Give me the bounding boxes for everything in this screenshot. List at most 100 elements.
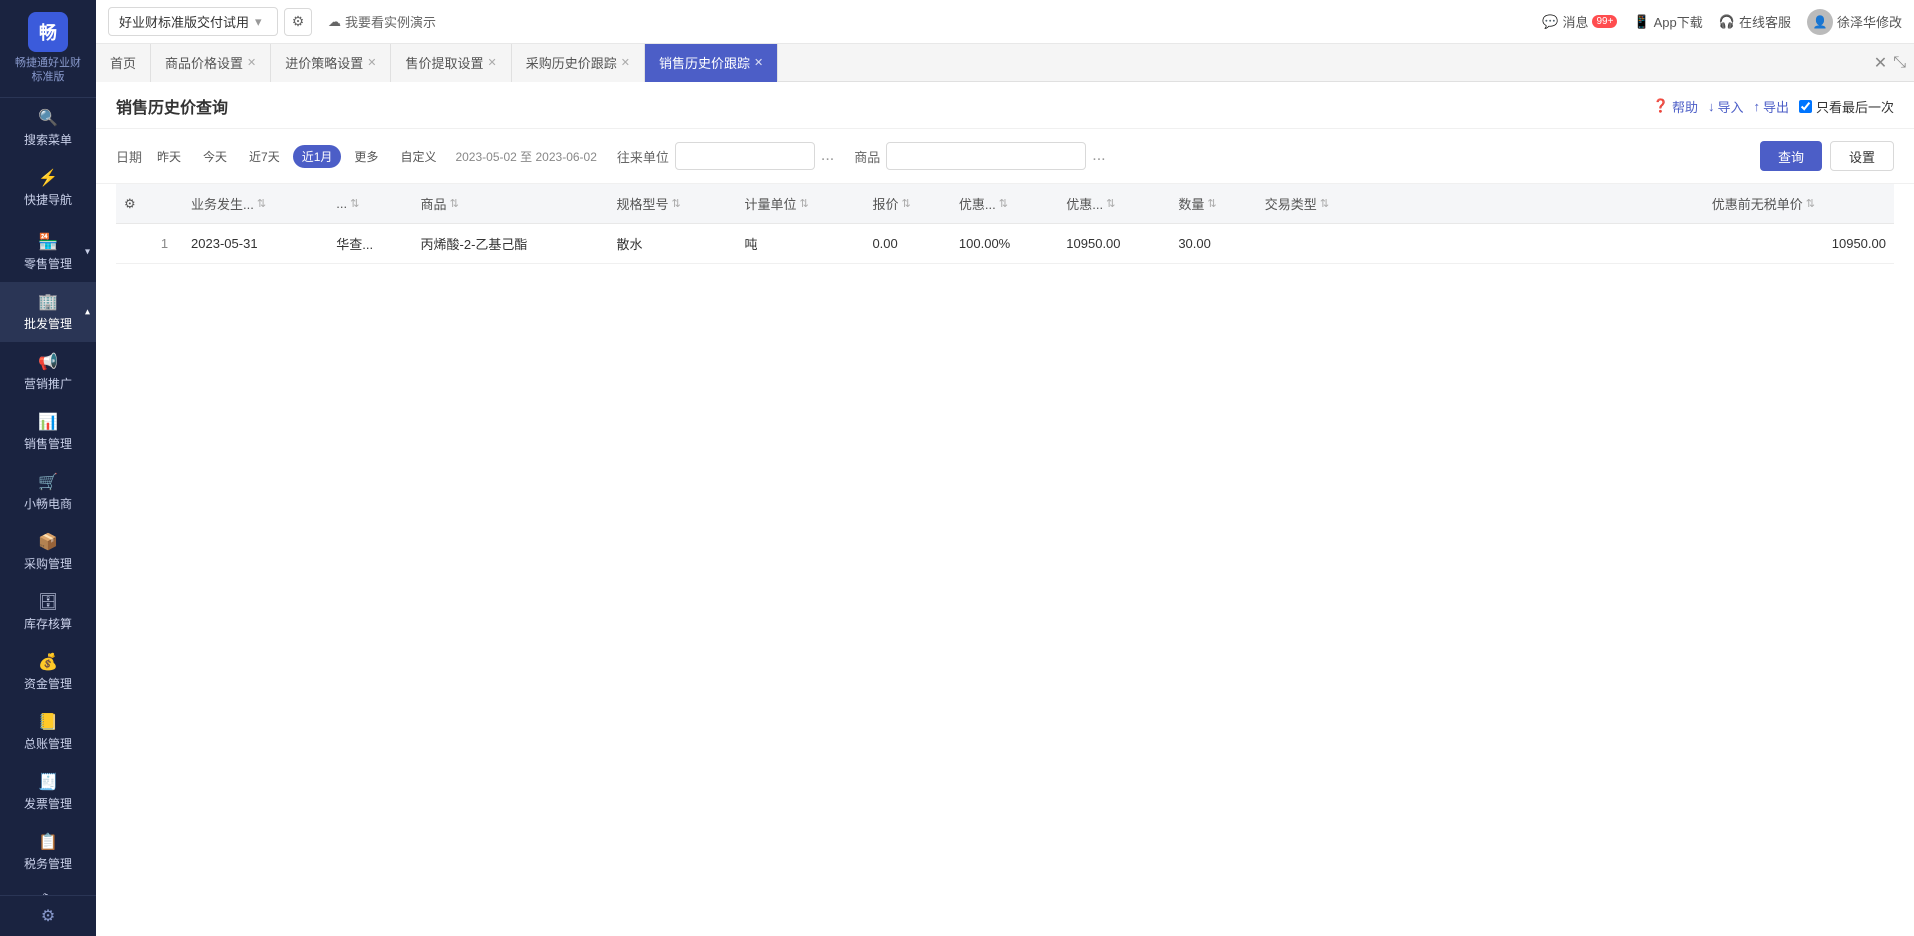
tab-product-price[interactable]: 商品价格设置 ✕	[151, 44, 271, 82]
source-unit-dots-btn[interactable]: ...	[821, 148, 834, 164]
th-trans-type[interactable]: 交易类型 ⇅	[1257, 184, 1385, 224]
tab-purchase-history[interactable]: 采购历史价跟踪 ✕	[512, 44, 645, 82]
sort-icon: ⇅	[1320, 197, 1329, 210]
sidebar-item-tax-label: 税务管理	[24, 855, 72, 872]
export-icon: ↑	[1753, 99, 1760, 114]
page-header: 销售历史价查询 ❓ 帮助 ↓ 导入 ↑ 导出 只看最后一次	[96, 82, 1914, 129]
last-only-input[interactable]	[1799, 100, 1812, 113]
sidebar-item-tax[interactable]: 📋 税务管理	[0, 822, 96, 882]
maximize-window-icon[interactable]: ⤡	[1893, 54, 1906, 72]
cell-num: 1	[146, 224, 183, 264]
tab-sale-history[interactable]: 销售历史价跟踪 ✕	[645, 44, 778, 82]
th-discount-rate[interactable]: 优惠... ⇅	[951, 184, 1058, 224]
th-unit[interactable]: 计量单位 ⇅	[736, 184, 864, 224]
sidebar-item-retail[interactable]: 🏪 零售管理 ▾	[0, 222, 96, 282]
finance-icon: 💰	[38, 652, 58, 672]
sidebar-item-ecommerce[interactable]: 🛍 电商管理	[0, 882, 96, 895]
page-title: 销售历史价查询	[116, 94, 228, 118]
th-pretax-price[interactable]: 优惠前无税单价 ⇅	[1704, 184, 1894, 224]
product-dots-btn[interactable]: ...	[1092, 148, 1105, 164]
tab-sale-price[interactable]: 售价提取设置 ✕	[391, 44, 511, 82]
source-unit-filter: 往来单位 ...	[617, 142, 834, 170]
th-num	[146, 184, 183, 224]
sidebar-item-invoice[interactable]: 🧾 发票管理	[0, 762, 96, 822]
source-unit-label: 往来单位	[617, 147, 669, 166]
import-icon: ↓	[1708, 99, 1715, 114]
product-label: 商品	[854, 147, 880, 166]
th-col3[interactable]: ... ⇅	[328, 184, 412, 224]
th-discount-price[interactable]: 优惠... ⇅	[1058, 184, 1170, 224]
th-product-label: 商品	[421, 194, 447, 213]
date-btn-last7[interactable]: 近7天	[240, 145, 289, 168]
import-label: 导入	[1717, 97, 1743, 116]
th-quantity[interactable]: 数量 ⇅	[1170, 184, 1256, 224]
inventory-icon: 🗄	[38, 592, 58, 612]
th-spec[interactable]: 规格型号 ⇅	[609, 184, 737, 224]
source-unit-input[interactable]	[675, 142, 815, 170]
tab-product-price-label: 商品价格设置	[165, 53, 243, 72]
user-menu[interactable]: 👤 徐泽华修改	[1807, 9, 1902, 35]
sidebar-quick-nav[interactable]: ⚡ 快捷导航	[0, 158, 96, 218]
sidebar-quick-nav-label: 快捷导航	[24, 191, 72, 208]
page-actions: ❓ 帮助 ↓ 导入 ↑ 导出 只看最后一次	[1653, 97, 1894, 116]
search-icon: 🔍	[38, 108, 58, 128]
app-download-button[interactable]: 📱 App下载	[1633, 12, 1702, 31]
version-selector[interactable]: 好业财标准版交付试用 ▾	[108, 7, 278, 36]
date-btn-today[interactable]: 今天	[194, 145, 236, 168]
sidebar-item-finance[interactable]: 💰 资金管理	[0, 642, 96, 702]
date-filter-group: 日期 昨天 今天 近7天 近1月 更多 自定义 2023-05-02 至 202…	[116, 145, 597, 168]
sidebar-search[interactable]: 🔍 搜索菜单	[0, 98, 96, 158]
sidebar-item-marketing[interactable]: 📢 营销推广	[0, 342, 96, 402]
close-window-icon[interactable]: ✕	[1874, 53, 1887, 73]
cell-spacer	[1385, 224, 1704, 264]
settings-button[interactable]: 设置	[1830, 141, 1894, 171]
th-biz-date[interactable]: 业务发生... ⇅	[183, 184, 328, 224]
th-discount-price-label: 优惠...	[1066, 194, 1103, 213]
general-ledger-icon: 📒	[38, 712, 58, 732]
sidebar-settings-icon[interactable]: ⚙	[41, 906, 55, 926]
cell-discount-price: 10950.00	[1058, 224, 1170, 264]
sidebar-item-general-ledger[interactable]: 📒 总账管理	[0, 702, 96, 762]
sort-icon: ⇅	[450, 197, 459, 210]
demo-link[interactable]: ☁ 我要看实例演示	[328, 12, 436, 31]
help-link[interactable]: ❓ 帮助	[1653, 97, 1698, 116]
sidebar-item-purchase[interactable]: 📦 采购管理	[0, 522, 96, 582]
date-btn-yesterday[interactable]: 昨天	[148, 145, 190, 168]
th-quantity-label: 数量	[1178, 194, 1204, 213]
table-row[interactable]: 1 2023-05-31 华查... 丙烯酸-2-乙基己酯 散水 吨 0.00 …	[116, 224, 1894, 264]
date-btn-custom[interactable]: 自定义	[391, 145, 445, 168]
online-service-button[interactable]: 🎧 在线客服	[1719, 12, 1791, 31]
close-icon[interactable]: ✕	[621, 56, 630, 69]
th-col3-label: ...	[336, 196, 347, 211]
tab-purchase-strategy[interactable]: 进价策略设置 ✕	[271, 44, 391, 82]
export-link[interactable]: ↑ 导出	[1753, 97, 1789, 116]
tab-home[interactable]: 首页	[96, 44, 151, 82]
sidebar-item-sales[interactable]: 📊 销售管理	[0, 402, 96, 462]
export-label: 导出	[1763, 97, 1789, 116]
close-icon[interactable]: ✕	[754, 56, 763, 69]
th-product[interactable]: 商品 ⇅	[413, 184, 609, 224]
date-btn-more[interactable]: 更多	[345, 145, 387, 168]
date-btn-last1month[interactable]: 近1月	[293, 145, 342, 168]
close-icon[interactable]: ✕	[367, 56, 376, 69]
cell-settings	[116, 224, 146, 264]
table-container: ⚙ 业务发生... ⇅ ... ⇅	[96, 184, 1914, 284]
topbar-settings-button[interactable]: ⚙	[284, 8, 312, 36]
product-input[interactable]	[886, 142, 1086, 170]
th-quoted-price[interactable]: 报价 ⇅	[864, 184, 950, 224]
import-link[interactable]: ↓ 导入	[1708, 97, 1744, 116]
sidebar-item-inventory[interactable]: 🗄 库存核算	[0, 582, 96, 642]
th-trans-type-label: 交易类型	[1265, 194, 1317, 213]
sidebar-item-ecommerce-small[interactable]: 🛒 小畅电商	[0, 462, 96, 522]
sidebar-item-wholesale-label: 批发管理	[24, 315, 72, 332]
table-settings-icon[interactable]: ⚙	[124, 196, 136, 211]
sales-icon: 📊	[38, 412, 58, 432]
gear-icon: ⚙	[292, 13, 305, 30]
sidebar-item-wholesale[interactable]: 🏢 批发管理 ▴	[0, 282, 96, 342]
query-button[interactable]: 查询	[1760, 141, 1822, 171]
close-icon[interactable]: ✕	[247, 56, 256, 69]
close-icon[interactable]: ✕	[488, 56, 497, 69]
message-button[interactable]: 💬 消息 99+	[1542, 12, 1617, 31]
last-only-checkbox[interactable]: 只看最后一次	[1799, 97, 1894, 116]
th-settings[interactable]: ⚙	[116, 184, 146, 224]
